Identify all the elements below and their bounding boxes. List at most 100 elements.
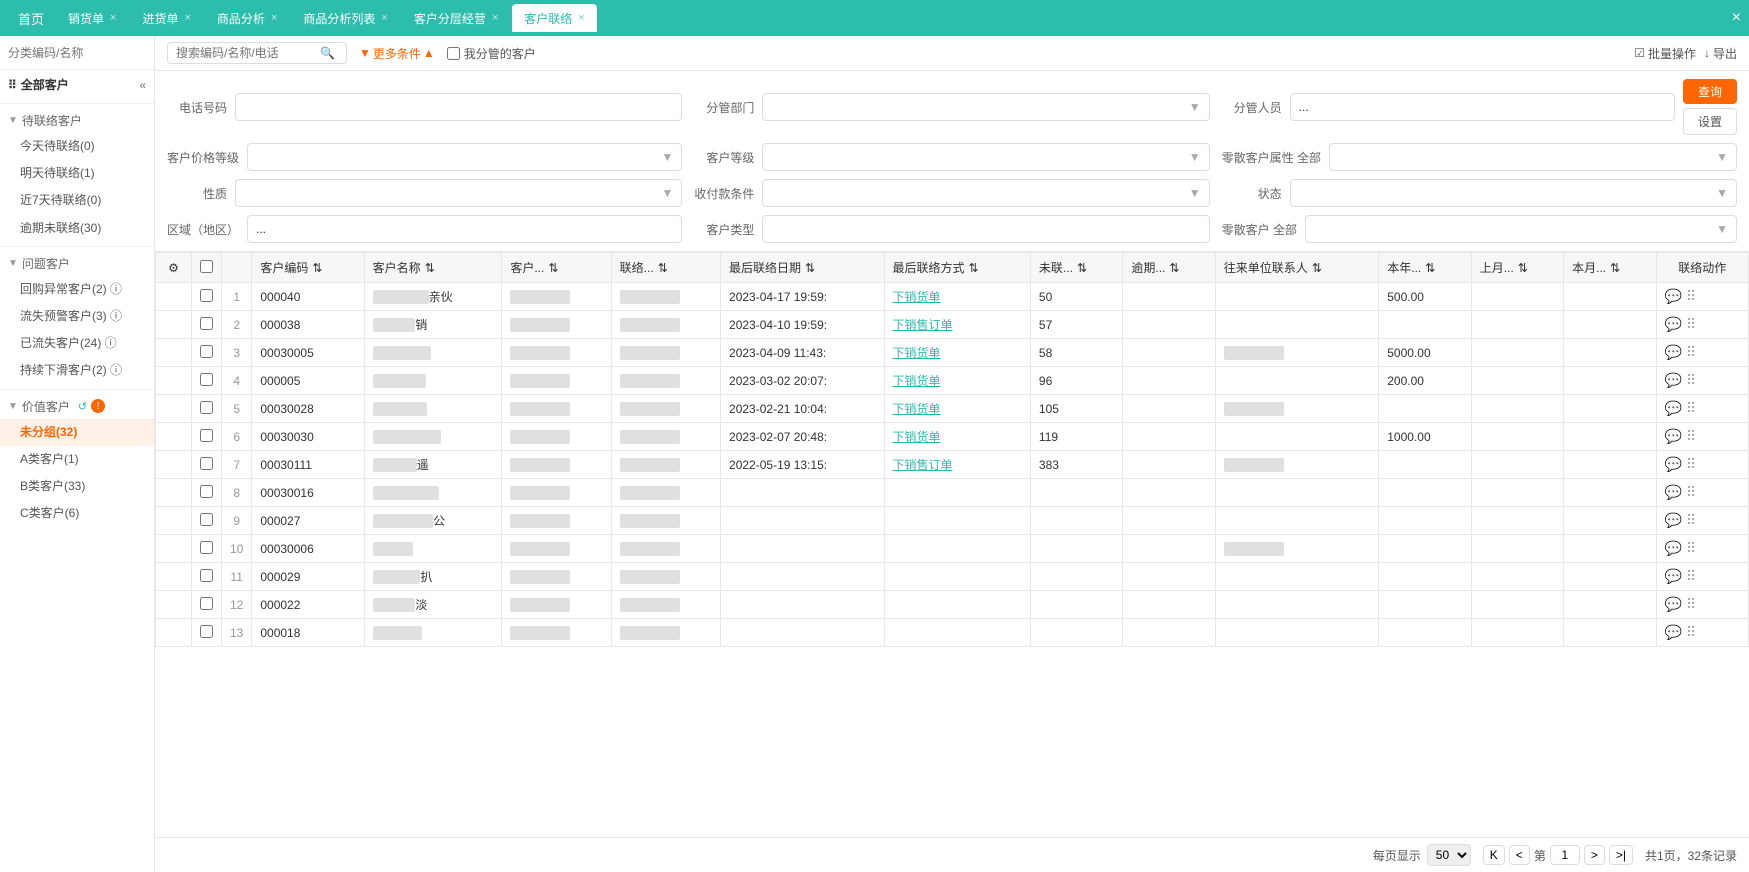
more-icon[interactable]: ⠿ xyxy=(1686,596,1696,613)
sidebar-item-b-class[interactable]: B类客户(33) xyxy=(0,473,154,500)
next-page-button[interactable]: > xyxy=(1584,845,1605,865)
close-icon[interactable]: × xyxy=(110,12,116,24)
overdue-col-header[interactable]: 逾期...⇅ xyxy=(1123,253,1215,283)
all-customers-header[interactable]: ⠿ 全部客户 « xyxy=(0,70,154,99)
sidebar-item-7days[interactable]: 近7天待联络(0) xyxy=(0,187,154,214)
name-col-header[interactable]: 客户名称⇅ xyxy=(364,253,502,283)
this-month-col-header[interactable]: 本月...⇅ xyxy=(1564,253,1656,283)
row-checkbox-cell[interactable] xyxy=(192,395,222,423)
row-checkbox-cell[interactable] xyxy=(192,367,222,395)
filter-customer-type-select[interactable] xyxy=(762,215,1209,243)
sidebar-group-value[interactable]: ▼ 价值客户 ↺ ! xyxy=(0,394,154,419)
close-icon[interactable]: × xyxy=(271,12,277,24)
customer-type-col-header[interactable]: 客户...⇅ xyxy=(502,253,611,283)
select-all-checkbox[interactable] xyxy=(200,260,213,273)
sidebar-item-today[interactable]: 今天待联络(0) xyxy=(0,133,154,160)
contact-icon[interactable]: 💬 xyxy=(1665,540,1682,557)
row-checkbox[interactable] xyxy=(200,625,213,638)
code-col-header[interactable]: 客户编码⇅ xyxy=(252,253,364,283)
filter-retail-customer-select[interactable]: ▼ xyxy=(1305,215,1737,243)
row-last-contact-type[interactable]: 下销售订单 xyxy=(884,311,1030,339)
contact-icon[interactable]: 💬 xyxy=(1665,568,1682,585)
row-checkbox-cell[interactable] xyxy=(192,283,222,311)
nav-tab-analysis[interactable]: 商品分析 × xyxy=(205,4,289,32)
row-checkbox-cell[interactable] xyxy=(192,423,222,451)
row-checkbox[interactable] xyxy=(200,569,213,582)
filter-person-select[interactable]: ... xyxy=(1290,93,1675,121)
sidebar-item-declining[interactable]: 持续下滑客户(2) ⓘ xyxy=(0,357,154,384)
row-last-contact-type[interactable]: 下销货单 xyxy=(884,283,1030,311)
row-last-contact-type[interactable]: 下销货单 xyxy=(884,423,1030,451)
settings-col-header[interactable]: ⚙ xyxy=(156,253,192,283)
row-last-contact-type[interactable]: 下销货单 xyxy=(884,339,1030,367)
page-size-select[interactable]: 50 xyxy=(1427,844,1471,866)
query-button[interactable]: 查询 xyxy=(1683,79,1737,104)
my-customers-check[interactable] xyxy=(447,47,460,60)
row-checkbox[interactable] xyxy=(200,317,213,330)
row-last-contact-type[interactable]: 下销货单 xyxy=(884,395,1030,423)
more-icon[interactable]: ⠿ xyxy=(1686,484,1696,501)
row-checkbox-cell[interactable] xyxy=(192,619,222,647)
row-checkbox[interactable] xyxy=(200,597,213,610)
sidebar-item-unclassified[interactable]: 未分组(32) xyxy=(0,419,154,446)
row-checkbox-cell[interactable] xyxy=(192,479,222,507)
more-icon[interactable]: ⠿ xyxy=(1686,624,1696,641)
refresh-icon[interactable]: ↺ xyxy=(78,400,87,413)
this-year-col-header[interactable]: 本年...⇅ xyxy=(1379,253,1471,283)
no-contact-col-header[interactable]: 未联...⇅ xyxy=(1030,253,1122,283)
filter-region-select[interactable]: ... xyxy=(247,215,682,243)
filter-dept-select[interactable]: ▼ xyxy=(762,93,1209,121)
contact-icon[interactable]: 💬 xyxy=(1665,512,1682,529)
row-last-contact-type[interactable]: 下销售订单 xyxy=(884,451,1030,479)
search-icon[interactable]: 🔍 xyxy=(320,46,335,60)
more-icon[interactable]: ⠿ xyxy=(1686,400,1696,417)
close-icon[interactable]: × xyxy=(578,12,584,24)
more-icon[interactable]: ⠿ xyxy=(1686,512,1696,529)
sidebar-group-pending[interactable]: ▼ 待联络客户 xyxy=(0,108,154,133)
row-checkbox[interactable] xyxy=(200,373,213,386)
row-checkbox-cell[interactable] xyxy=(192,507,222,535)
contact-icon[interactable]: 💬 xyxy=(1665,596,1682,613)
close-icon[interactable]: × xyxy=(492,12,498,24)
contact-icon[interactable]: 💬 xyxy=(1665,288,1682,305)
my-customers-checkbox[interactable]: 我分管的客户 xyxy=(447,45,536,62)
contact-icon[interactable]: 💬 xyxy=(1665,624,1682,641)
more-icon[interactable]: ⠿ xyxy=(1686,372,1696,389)
contact-icon[interactable]: 💬 xyxy=(1665,456,1682,473)
last-type-col-header[interactable]: 最后联络方式⇅ xyxy=(884,253,1030,283)
reset-button[interactable]: 设置 xyxy=(1683,108,1737,135)
export-button[interactable]: ↓ 导出 xyxy=(1704,45,1737,62)
nav-tab-customer-contact[interactable]: 客户联络 × xyxy=(512,4,596,32)
nav-tab-purchase[interactable]: 进货单 × xyxy=(130,4,202,32)
filter-status-select[interactable]: ▼ xyxy=(1290,179,1737,207)
contact-icon[interactable]: 💬 xyxy=(1665,428,1682,445)
more-icon[interactable]: ⠿ xyxy=(1686,428,1696,445)
contact-icon[interactable]: 💬 xyxy=(1665,316,1682,333)
contact-icon[interactable]: 💬 xyxy=(1665,372,1682,389)
nav-close-button[interactable]: × xyxy=(1732,9,1741,27)
row-checkbox-cell[interactable] xyxy=(192,563,222,591)
page-number-input[interactable] xyxy=(1550,845,1580,865)
more-icon[interactable]: ⠿ xyxy=(1686,568,1696,585)
unit-contact-col-header[interactable]: 往来单位联系人⇅ xyxy=(1215,253,1378,283)
sidebar-item-c-class[interactable]: C类客户(6) xyxy=(0,500,154,527)
filter-retail-attr-select[interactable]: ▼ xyxy=(1329,143,1737,171)
row-last-contact-type[interactable]: 下销货单 xyxy=(884,367,1030,395)
row-checkbox-cell[interactable] xyxy=(192,311,222,339)
filter-more-conditions[interactable]: ▼ 更多条件 ▲ xyxy=(359,45,435,62)
row-checkbox[interactable] xyxy=(200,429,213,442)
sidebar-item-overdue[interactable]: 逾期未联络(30) xyxy=(0,215,154,242)
more-icon[interactable]: ⠿ xyxy=(1686,344,1696,361)
batch-ops-button[interactable]: ☑ 批量操作 xyxy=(1634,45,1696,62)
contact-icon[interactable]: 💬 xyxy=(1665,400,1682,417)
filter-payment-select[interactable]: ▼ xyxy=(762,179,1209,207)
row-checkbox[interactable] xyxy=(200,485,213,498)
last-month-col-header[interactable]: 上月...⇅ xyxy=(1471,253,1563,283)
nav-tab-sales[interactable]: 销货单 × xyxy=(56,4,128,32)
nav-tab-analysis-list[interactable]: 商品分析列表 × xyxy=(291,4,399,32)
row-checkbox[interactable] xyxy=(200,457,213,470)
more-icon[interactable]: ⠿ xyxy=(1686,288,1696,305)
sidebar-search-input[interactable] xyxy=(8,46,155,60)
row-checkbox-cell[interactable] xyxy=(192,535,222,563)
close-icon[interactable]: × xyxy=(381,12,387,24)
